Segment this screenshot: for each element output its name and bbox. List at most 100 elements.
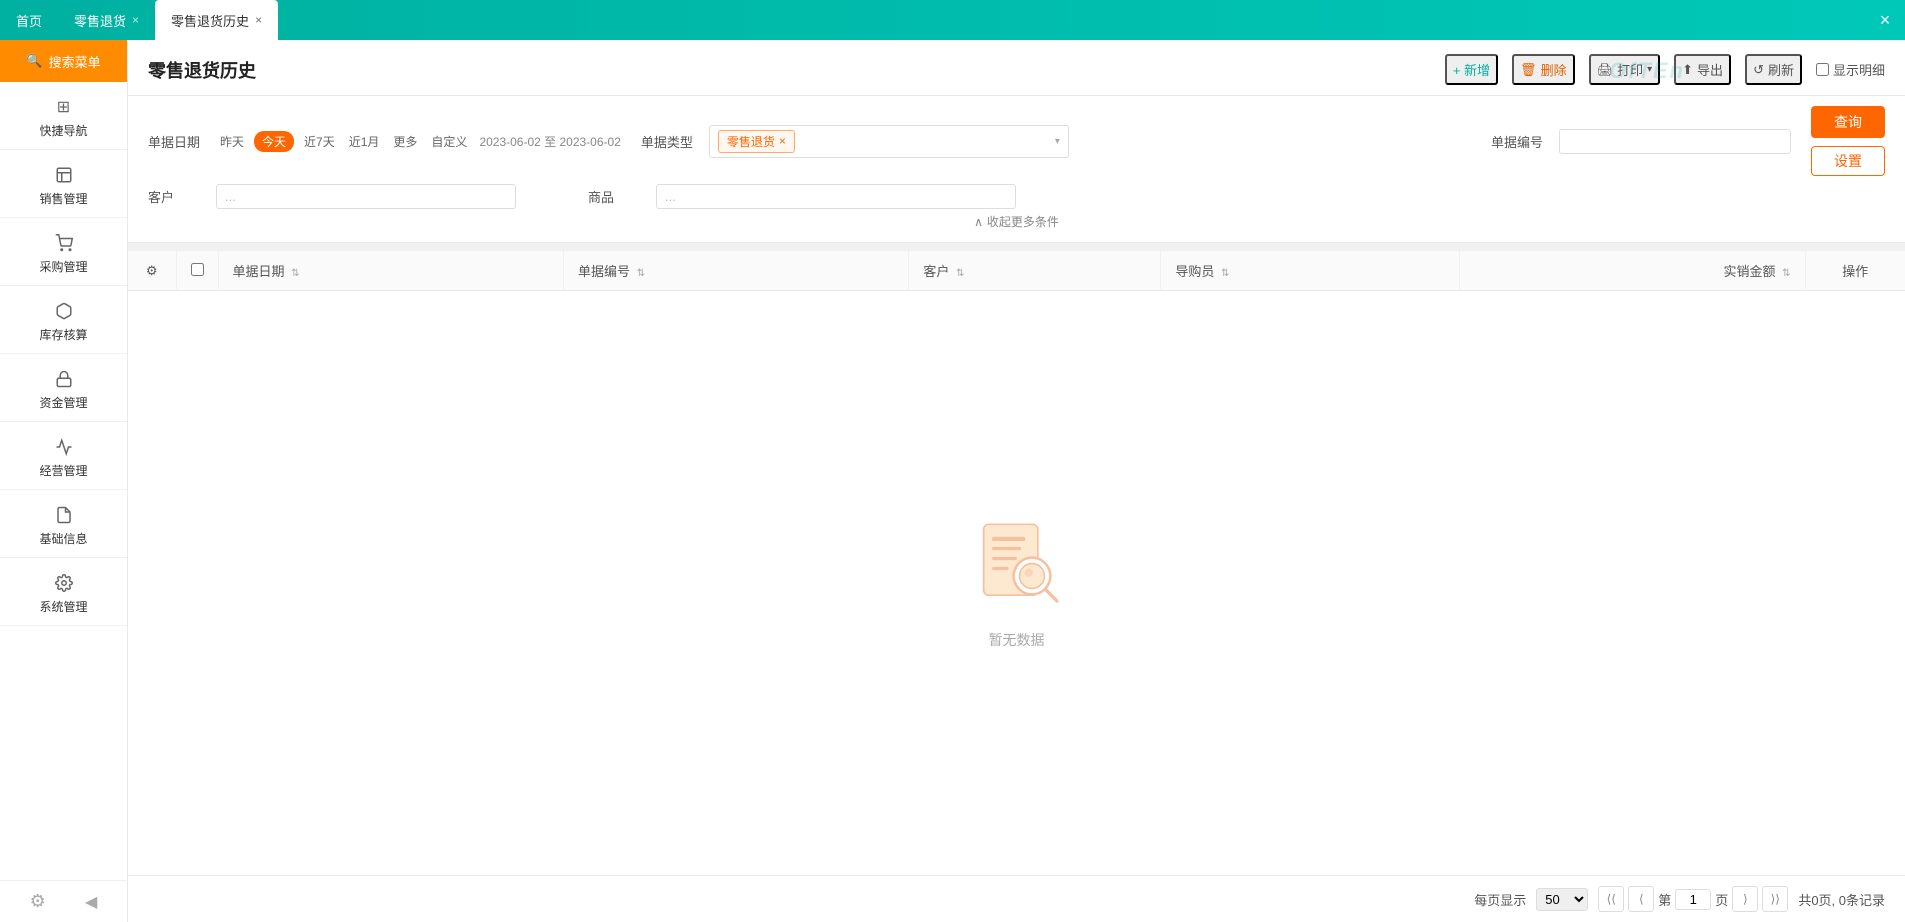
- select-all-checkbox[interactable]: [191, 263, 204, 276]
- tab-retail-return-history-close[interactable]: ×: [255, 13, 262, 27]
- delete-button[interactable]: 🗑 删除: [1512, 54, 1575, 85]
- page-suffix: 页: [1715, 890, 1728, 909]
- date-opt-yesterday[interactable]: 昨天: [216, 132, 248, 151]
- sidebar-bottom: ⚙ ◀: [0, 880, 127, 922]
- th-guide[interactable]: 导购员 ⇅: [1161, 251, 1460, 291]
- type-tag-value: 零售退货: [727, 133, 775, 150]
- tab-retail-return-close[interactable]: ×: [132, 13, 139, 27]
- refresh-button[interactable]: ↺ 刷新: [1745, 54, 1802, 85]
- table-header-row: ⚙ 单据日期 ⇅ 单据编号 ⇅: [128, 251, 1905, 291]
- sidebar-item-quicknav[interactable]: ⊞ 快捷导航: [0, 82, 127, 150]
- th-settings[interactable]: ⚙: [128, 251, 176, 291]
- page-prefix: 第: [1658, 890, 1671, 909]
- date-filter-group: 单据日期 昨天 今天 近7天 近1月 更多 自定义 2023-06-02 至 2…: [148, 131, 621, 152]
- sidebar-item-purchase-label: 采购管理: [39, 258, 87, 275]
- sidebar-settings-btn[interactable]: ⚙: [30, 891, 46, 912]
- guide-sort-icon: ⇅: [1221, 268, 1229, 279]
- number-filter-input[interactable]: [1559, 129, 1791, 154]
- sidebar-item-operations[interactable]: 经营管理: [0, 422, 127, 490]
- date-opt-custom[interactable]: 自定义: [427, 132, 471, 151]
- type-filter-select[interactable]: 零售退货 × ▾: [709, 125, 1069, 158]
- number-filter-group: 单据编号: [1491, 129, 1791, 154]
- type-filter-group: 单据类型 零售退货 × ▾: [641, 125, 1471, 158]
- th-customer[interactable]: 客户 ⇅: [909, 251, 1161, 291]
- collapse-icon: ∧: [974, 215, 983, 229]
- amount-sort-icon: ⇅: [1782, 268, 1790, 279]
- purchase-icon: [53, 232, 75, 254]
- sidebar-item-inventory-label: 库存核算: [39, 326, 87, 343]
- next-page-btn[interactable]: ⟩: [1732, 886, 1758, 912]
- prev-page-btn[interactable]: ⟨: [1628, 886, 1654, 912]
- sidebar-item-finance[interactable]: 资金管理: [0, 354, 127, 422]
- sidebar-item-finance-label: 资金管理: [39, 394, 87, 411]
- sales-icon: [53, 164, 75, 186]
- tab-retail-return-history[interactable]: 零售退货历史 ×: [155, 0, 278, 40]
- date-opt-today[interactable]: 今天: [254, 131, 294, 152]
- tab-home-label: 首页: [16, 11, 42, 30]
- print-button[interactable]: 🖨 打印 ▾: [1589, 54, 1661, 85]
- sidebar-search-label: 搜索菜单: [49, 52, 101, 71]
- tab-retail-return-history-label: 零售退货历史: [171, 11, 249, 30]
- empty-icon: [967, 516, 1067, 616]
- export-icon: ⬆: [1682, 62, 1693, 78]
- tab-home[interactable]: 首页: [0, 0, 58, 40]
- sidebar-search[interactable]: 🔍 搜索菜单: [0, 40, 127, 82]
- settings-button[interactable]: 设置: [1811, 146, 1885, 176]
- basicinfo-icon: [53, 504, 75, 526]
- th-amount[interactable]: 实销金额 ⇅: [1460, 251, 1805, 291]
- customer-placeholder: ...: [225, 189, 236, 204]
- page-title: 零售退货历史: [148, 57, 256, 83]
- table-settings-icon[interactable]: ⚙: [146, 263, 158, 278]
- table-container: ⚙ 单据日期 ⇅ 单据编号 ⇅: [128, 251, 1905, 922]
- sidebar-item-operations-label: 经营管理: [39, 462, 87, 479]
- date-opt-1month[interactable]: 近1月: [345, 132, 384, 151]
- filter-area: 单据日期 昨天 今天 近7天 近1月 更多 自定义 2023-06-02 至 2…: [128, 96, 1905, 243]
- query-button[interactable]: 查询: [1811, 106, 1885, 138]
- sidebar-collapse-btn[interactable]: ◀: [85, 892, 97, 912]
- goods-filter-group: 商品 ...: [588, 184, 1885, 209]
- date-opt-more[interactable]: 更多: [389, 132, 421, 151]
- operations-icon: [53, 436, 75, 458]
- filter-collapse-btn[interactable]: ∧ 收起更多条件: [148, 209, 1885, 232]
- show-details-checkbox-label[interactable]: 显示明细: [1816, 60, 1885, 79]
- sidebar-item-sales[interactable]: 销售管理: [0, 150, 127, 218]
- type-select-chevron: ▾: [1055, 136, 1060, 147]
- export-button[interactable]: ⬆ 导出: [1674, 54, 1731, 85]
- filter-row-2: 客户 ... 商品 ...: [148, 184, 1885, 209]
- sidebar-item-purchase[interactable]: 采购管理: [0, 218, 127, 286]
- customer-filter-group: 客户 ...: [148, 184, 568, 209]
- per-page-select[interactable]: 50 10 20 100: [1536, 888, 1588, 911]
- page-number-input[interactable]: [1675, 889, 1711, 910]
- sidebar-item-quicknav-label: 快捷导航: [39, 122, 87, 139]
- quicknav-icon: ⊞: [53, 96, 75, 118]
- top-bar: 首页 零售退货 × 零售退货历史 × ×: [0, 0, 1905, 40]
- th-number[interactable]: 单据编号 ⇅: [563, 251, 908, 291]
- search-icon: 🔍: [26, 53, 42, 69]
- last-page-btn[interactable]: ⟩⟩: [1762, 886, 1788, 912]
- first-page-btn[interactable]: ⟨⟨: [1598, 886, 1624, 912]
- collapse-label: 收起更多条件: [987, 213, 1059, 230]
- data-table: ⚙ 单据日期 ⇅ 单据编号 ⇅: [128, 251, 1905, 291]
- type-tag-remove[interactable]: ×: [779, 134, 786, 148]
- tab-retail-return[interactable]: 零售退货 ×: [58, 0, 155, 40]
- goods-filter-select[interactable]: ...: [656, 184, 1016, 209]
- sidebar: 🔍 搜索菜单 ⊞ 快捷导航 销售管理 采购管理 库存核算: [0, 40, 128, 922]
- customer-filter-select[interactable]: ...: [216, 184, 516, 209]
- tab-retail-return-label: 零售退货: [74, 11, 126, 30]
- show-details-checkbox[interactable]: [1816, 63, 1829, 76]
- date-sort-icon: ⇅: [291, 268, 299, 279]
- th-checkbox[interactable]: [176, 251, 218, 291]
- sidebar-item-system[interactable]: 系统管理: [0, 558, 127, 626]
- content-area: 零售退货历史 + 新增 🗑 删除 🖨 打印 ▾ ⬆ 导出 ↺: [128, 40, 1905, 922]
- number-sort-icon: ⇅: [637, 268, 645, 279]
- window-close-button[interactable]: ×: [1865, 0, 1905, 40]
- th-date[interactable]: 单据日期 ⇅: [218, 251, 563, 291]
- date-opt-7days[interactable]: 近7天: [300, 132, 339, 151]
- customer-filter-label: 客户: [148, 187, 208, 206]
- sidebar-item-inventory[interactable]: 库存核算: [0, 286, 127, 354]
- goods-filter-label: 商品: [588, 187, 648, 206]
- query-settings-btns: 查询 设置: [1811, 106, 1885, 176]
- main-layout: 🔍 搜索菜单 ⊞ 快捷导航 销售管理 采购管理 库存核算: [0, 40, 1905, 922]
- add-button[interactable]: + 新增: [1445, 54, 1498, 85]
- sidebar-item-basicinfo[interactable]: 基础信息: [0, 490, 127, 558]
